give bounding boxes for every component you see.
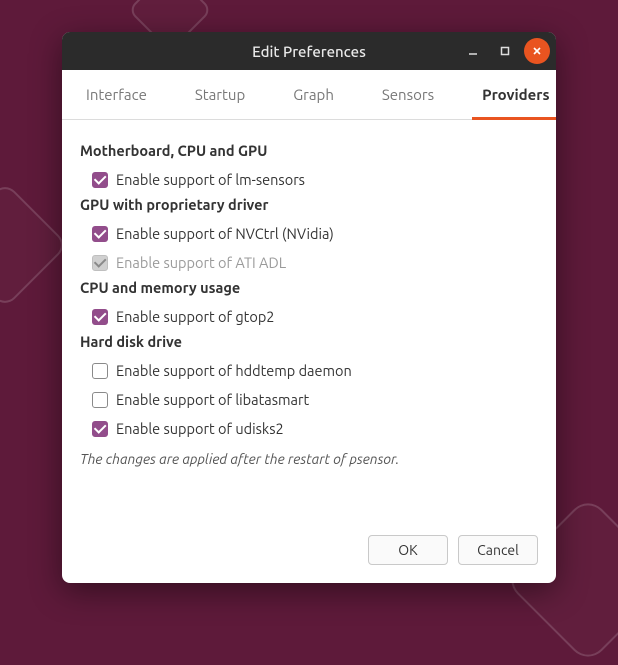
option-ati-adl: Enable support of ATI ADL [80,250,538,275]
wallpaper-decoration [0,181,69,308]
tab-content-providers: Motherboard, CPU and GPU Enable support … [62,120,556,475]
titlebar[interactable]: Edit Preferences [62,32,556,70]
checkbox-label: Enable support of lm-sensors [116,171,305,188]
close-icon [531,45,543,57]
window-title: Edit Preferences [252,43,366,60]
close-button[interactable] [524,38,550,64]
checkbox-label: Enable support of libatasmart [116,391,309,408]
tab-sensors[interactable]: Sensors [372,70,444,120]
checkbox-hddtemp[interactable] [92,363,108,379]
maximize-button[interactable] [492,38,518,64]
section-title-hdd: Hard disk drive [80,333,538,350]
minimize-button[interactable] [460,38,486,64]
section-title-motherboard: Motherboard, CPU and GPU [80,142,538,159]
checkbox-label: Enable support of NVCtrl (NVidia) [116,225,334,242]
tab-startup[interactable]: Startup [185,70,255,120]
cancel-button[interactable]: Cancel [458,535,538,565]
maximize-icon [499,45,511,57]
dialog-footer: OK Cancel [62,475,556,583]
checkbox-libatasmart[interactable] [92,392,108,408]
option-lm-sensors: Enable support of lm-sensors [80,167,538,192]
checkbox-label: Enable support of gtop2 [116,308,274,325]
section-title-cpu-memory: CPU and memory usage [80,279,538,296]
section-title-gpu-proprietary: GPU with proprietary driver [80,196,538,213]
option-libatasmart: Enable support of libatasmart [80,387,538,412]
checkbox-gtop2[interactable] [92,309,108,325]
checkbox-lm-sensors[interactable] [92,172,108,188]
checkbox-label: Enable support of ATI ADL [116,254,286,271]
checkbox-label: Enable support of udisks2 [116,420,284,437]
option-udisks2: Enable support of udisks2 [80,416,538,441]
checkbox-label: Enable support of hddtemp daemon [116,362,352,379]
restart-note: The changes are applied after the restar… [80,445,538,467]
option-gtop2: Enable support of gtop2 [80,304,538,329]
tab-providers[interactable]: Providers [472,70,556,120]
window-controls [460,38,550,64]
checkbox-udisks2[interactable] [92,421,108,437]
tab-interface[interactable]: Interface [76,70,157,120]
ok-button[interactable]: OK [368,535,448,565]
checkbox-ati-adl [92,255,108,271]
option-nvctrl: Enable support of NVCtrl (NVidia) [80,221,538,246]
tab-bar: Interface Startup Graph Sensors Provider… [62,70,556,120]
tab-graph[interactable]: Graph [283,70,344,120]
minimize-icon [467,45,479,57]
preferences-window: Edit Preferences Interface Startup Graph… [62,32,556,583]
checkbox-nvctrl[interactable] [92,226,108,242]
option-hddtemp: Enable support of hddtemp daemon [80,358,538,383]
